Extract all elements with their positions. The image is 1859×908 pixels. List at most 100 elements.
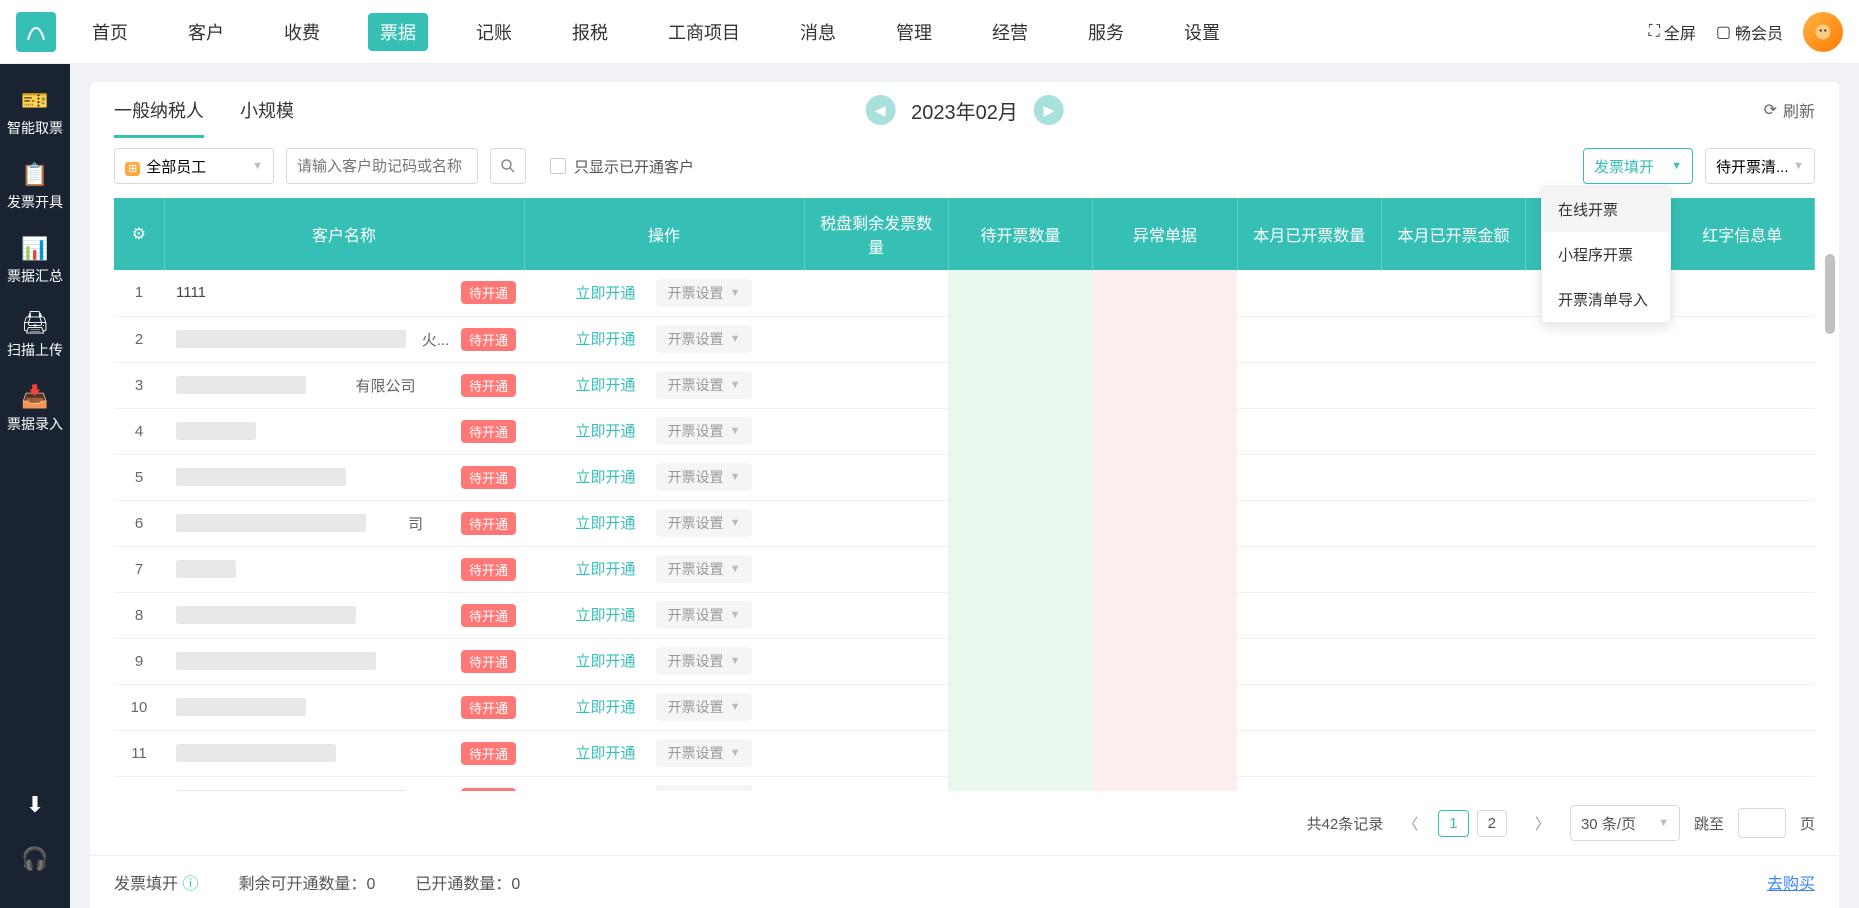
- chevron-down-icon: ▼: [1658, 817, 1669, 829]
- open-now-link[interactable]: 立即开通: [576, 653, 636, 670]
- open-now-link[interactable]: 立即开通: [576, 561, 636, 578]
- cell: [1526, 776, 1670, 791]
- invoice-setting-button[interactable]: 开票设置 ▼: [656, 555, 753, 583]
- sidebar-item-3[interactable]: 🖨扫描上传: [7, 298, 63, 372]
- invoice-setting-button[interactable]: 开票设置 ▼: [656, 417, 753, 445]
- nav-item-1[interactable]: 客户: [176, 13, 236, 51]
- month-prev-button[interactable]: ◀: [865, 95, 895, 125]
- search-input[interactable]: [297, 158, 467, 175]
- invoice-setting-button[interactable]: 开票设置 ▼: [656, 693, 753, 721]
- invoice-setting-button[interactable]: 开票设置 ▼: [656, 647, 753, 675]
- open-now-link[interactable]: 立即开通: [576, 423, 636, 440]
- buy-link[interactable]: 去购买: [1767, 870, 1815, 894]
- invoice-setting-button[interactable]: 开票设置 ▼: [656, 739, 753, 767]
- invoice-setting-button[interactable]: 开票设置 ▼: [656, 509, 753, 537]
- nav-item-11[interactable]: 设置: [1172, 13, 1232, 51]
- scrollbar-vertical[interactable]: [1825, 254, 1835, 334]
- sidebar: 🎫智能取票📋发票开具📊票据汇总🖨扫描上传📥票据录入 ⬇🎧: [0, 64, 70, 908]
- info-icon: ⓘ: [182, 876, 198, 893]
- cell: [948, 408, 1092, 454]
- card: 一般纳税人小规模 ◀ 2023年02月 ▶ ⟳ 刷新 ⊞全部员工 ▼: [90, 82, 1839, 908]
- month-next-button[interactable]: ▶: [1034, 95, 1064, 125]
- pending-badge: 待开通: [461, 650, 516, 673]
- open-now-link[interactable]: 立即开通: [576, 331, 636, 348]
- invoice-setting-button[interactable]: 开票设置 ▼: [656, 325, 753, 353]
- sidebar-bottom-0[interactable]: ⬇: [21, 780, 48, 834]
- cell: [804, 408, 948, 454]
- pending-list-select[interactable]: 待开票清... ▼: [1705, 148, 1815, 184]
- nav-item-2[interactable]: 收费: [272, 13, 332, 51]
- page-next-button[interactable]: 〉: [1529, 813, 1556, 834]
- open-now-link[interactable]: 立即开通: [576, 745, 636, 762]
- sidebar-item-label: 智能取票: [7, 120, 63, 136]
- nav-item-4[interactable]: 记账: [464, 13, 524, 51]
- open-now-link[interactable]: 立即开通: [576, 469, 636, 486]
- cell: [1526, 592, 1670, 638]
- cell: [804, 776, 948, 791]
- dropdown-item-1[interactable]: 小程序开票: [1542, 232, 1670, 277]
- bottom-opened: 已开通数量：0: [415, 870, 520, 894]
- nav-item-8[interactable]: 管理: [884, 13, 944, 51]
- only-opened-checkbox[interactable]: 只显示已开通客户: [550, 156, 694, 177]
- nav-item-0[interactable]: 首页: [80, 13, 140, 51]
- scan-icon: 🖨: [7, 310, 63, 336]
- tab-1[interactable]: 小规模: [240, 87, 294, 138]
- cell: [1526, 546, 1670, 592]
- nav-item-7[interactable]: 消息: [788, 13, 848, 51]
- page-1[interactable]: 1: [1438, 810, 1468, 837]
- pending-badge: 待开通: [461, 420, 516, 443]
- nav-item-5[interactable]: 报税: [560, 13, 620, 51]
- invoice-fill-select[interactable]: 发票填开 ▼: [1583, 148, 1693, 184]
- dropdown-item-0[interactable]: 在线开票: [1542, 187, 1670, 232]
- sidebar-item-2[interactable]: 📊票据汇总: [7, 224, 63, 298]
- row-index: 10: [114, 684, 164, 730]
- cell: [1093, 316, 1237, 362]
- open-now-link[interactable]: 立即开通: [576, 377, 636, 394]
- invoice-setting-button[interactable]: 开票设置 ▼: [656, 601, 753, 629]
- th-4: 待开票数量: [948, 198, 1092, 270]
- cell: [1093, 454, 1237, 500]
- row-name: 有限公司待开通: [164, 362, 524, 408]
- avatar[interactable]: [1803, 12, 1843, 52]
- fullscreen-button[interactable]: ⛶ 全屏: [1649, 20, 1696, 44]
- pending-badge: 待开通: [461, 558, 516, 581]
- sidebar-bottom-1[interactable]: 🎧: [21, 834, 48, 888]
- per-page-select[interactable]: 30 条/页 ▼: [1570, 805, 1680, 841]
- invoice-setting-button[interactable]: 开票设置 ▼: [656, 463, 753, 491]
- page-2[interactable]: 2: [1477, 810, 1507, 837]
- refresh-label: 刷新: [1783, 98, 1815, 122]
- sidebar-item-4[interactable]: 📥票据录入: [7, 372, 63, 446]
- invoice-setting-button[interactable]: 开票设置 ▼: [656, 785, 753, 791]
- invoice-setting-button[interactable]: 开票设置 ▼: [656, 371, 753, 399]
- cell: [948, 684, 1092, 730]
- nav-item-3[interactable]: 票据: [368, 13, 428, 51]
- chevron-down-icon: ▼: [730, 287, 741, 299]
- dropdown-item-2[interactable]: 开票清单导入: [1542, 277, 1670, 322]
- member-button[interactable]: ▢ 畅会员: [1716, 20, 1783, 44]
- refresh-button[interactable]: ⟳ 刷新: [1764, 98, 1815, 122]
- nav-item-10[interactable]: 服务: [1076, 13, 1136, 51]
- cell: [1237, 362, 1381, 408]
- open-now-link[interactable]: 立即开通: [576, 699, 636, 716]
- invoice-setting-button[interactable]: 开票设置 ▼: [656, 279, 753, 307]
- chevron-down-icon: ▼: [252, 160, 263, 172]
- page-prev-button[interactable]: 〈: [1397, 813, 1424, 834]
- nav-item-6[interactable]: 工商项目: [656, 13, 752, 51]
- pending-badge: 待开通: [461, 696, 516, 719]
- employee-select[interactable]: ⊞全部员工 ▼: [114, 148, 274, 184]
- row-index: 2: [114, 316, 164, 362]
- nav-item-9[interactable]: 经营: [980, 13, 1040, 51]
- jump-input[interactable]: [1738, 808, 1786, 838]
- sidebar-item-1[interactable]: 📋发票开具: [7, 150, 63, 224]
- open-now-link[interactable]: 立即开通: [576, 515, 636, 532]
- gear-icon[interactable]: ⚙: [132, 226, 146, 243]
- pagination: 共42条记录 〈 12 〉 30 条/页 ▼ 跳至 页: [90, 791, 1839, 855]
- cell: [1670, 362, 1814, 408]
- open-now-link[interactable]: 立即开通: [576, 607, 636, 624]
- sidebar-item-0[interactable]: 🎫智能取票: [7, 76, 63, 150]
- cell: [1381, 776, 1525, 791]
- open-now-link[interactable]: 立即开通: [576, 285, 636, 302]
- tab-0[interactable]: 一般纳税人: [114, 87, 204, 138]
- table-row: 12待开通立即开通开票设置 ▼: [114, 776, 1815, 791]
- search-button[interactable]: [490, 148, 526, 184]
